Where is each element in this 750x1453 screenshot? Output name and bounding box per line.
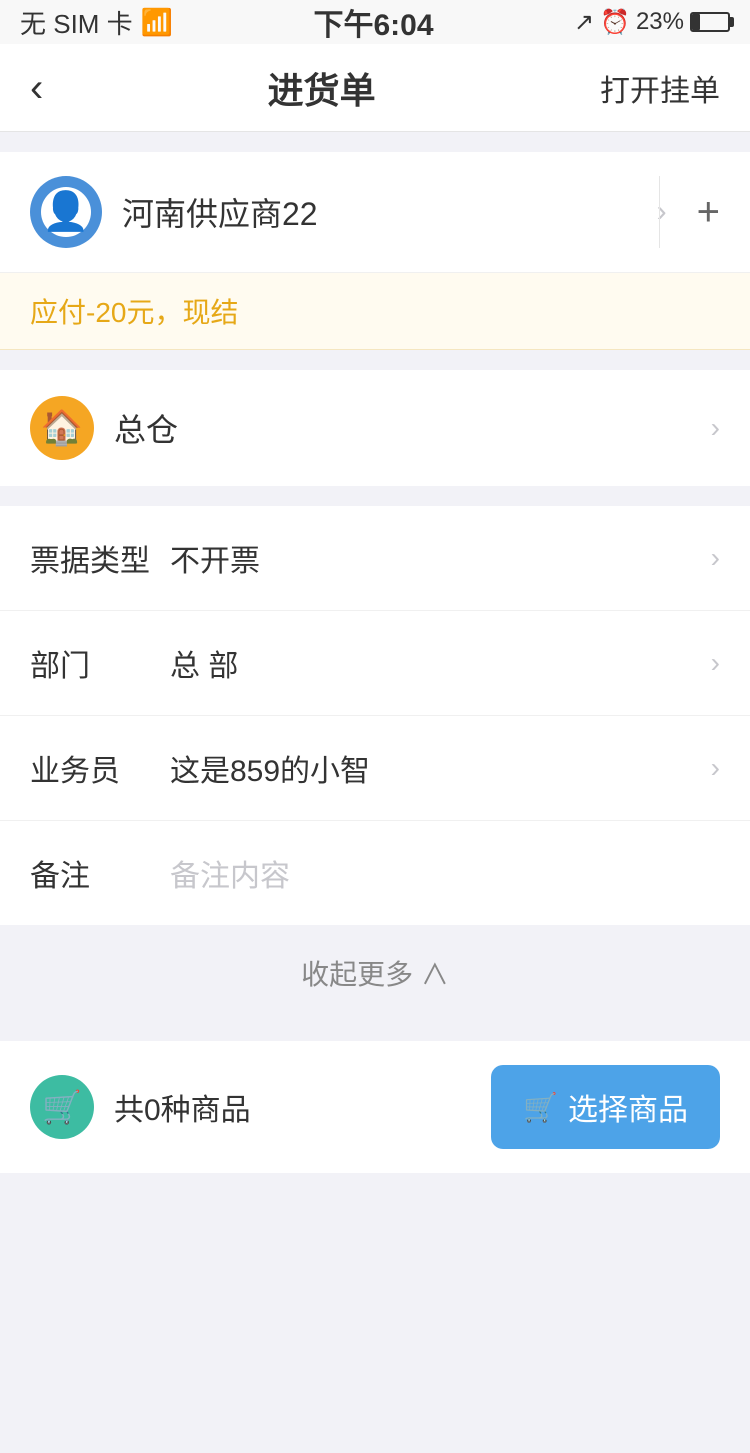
supplier-avatar: 👤 bbox=[30, 176, 102, 248]
department-value: 总 部 bbox=[170, 641, 711, 685]
warehouse-section[interactable]: 🏠 总仓 › bbox=[0, 370, 750, 486]
salesperson-value: 这是859的小智 bbox=[170, 746, 711, 790]
gap-3 bbox=[0, 486, 750, 506]
notice-row: 应付-20元，现结 bbox=[0, 273, 750, 350]
warehouse-name: 总仓 bbox=[114, 405, 711, 451]
supplier-name: 河南供应商22 bbox=[122, 189, 657, 235]
carrier-text: 无 SIM 卡 bbox=[20, 4, 133, 41]
alarm-icon: ⏰ bbox=[600, 8, 630, 37]
warehouse-row[interactable]: 🏠 总仓 › bbox=[0, 370, 750, 486]
select-btn-icon: 🛒 bbox=[523, 1091, 558, 1124]
collapse-button[interactable]: 收起更多 ∧ bbox=[0, 925, 750, 1021]
product-icon-wrap: 🛒 bbox=[30, 1075, 94, 1139]
supplier-section: 👤 河南供应商22 › + 应付-20元，现结 bbox=[0, 152, 750, 350]
salesperson-row[interactable]: 业务员 这是859的小智 › bbox=[0, 715, 750, 820]
invoice-type-label: 票据类型 bbox=[30, 536, 170, 580]
warehouse-icon-wrap: 🏠 bbox=[30, 396, 94, 460]
location-icon: ↗ bbox=[574, 8, 594, 37]
status-right: ↗ ⏰ 23% bbox=[574, 8, 730, 37]
battery-text: 23% bbox=[636, 8, 684, 36]
warehouse-chevron-icon: › bbox=[711, 412, 720, 444]
select-product-button[interactable]: 🛒 选择商品 bbox=[491, 1065, 720, 1149]
add-supplier-button[interactable]: + bbox=[697, 190, 720, 235]
remark-row[interactable]: 备注 备注内容 bbox=[0, 820, 750, 925]
open-pending-button[interactable]: 打开挂单 bbox=[600, 66, 720, 110]
page-title: 进货单 bbox=[268, 62, 376, 114]
status-bar: 无 SIM 卡 📶 下午6:04 ↗ ⏰ 23% bbox=[0, 0, 750, 44]
select-btn-label: 选择商品 bbox=[568, 1085, 688, 1129]
gray-fill bbox=[0, 1173, 750, 1453]
invoice-type-chevron-icon: › bbox=[711, 542, 720, 574]
salesperson-label: 业务员 bbox=[30, 746, 170, 790]
avatar-inner: 👤 bbox=[41, 187, 91, 237]
supplier-divider bbox=[659, 176, 660, 248]
product-count-label: 共0种商品 bbox=[114, 1085, 471, 1129]
supplier-row[interactable]: 👤 河南供应商22 › + bbox=[0, 152, 750, 273]
status-time: 下午6:04 bbox=[313, 0, 433, 44]
status-left: 无 SIM 卡 📶 bbox=[20, 4, 173, 41]
department-row[interactable]: 部门 总 部 › bbox=[0, 610, 750, 715]
form-section: 票据类型 不开票 › 部门 总 部 › 业务员 这是859的小智 › 备注 备注… bbox=[0, 506, 750, 925]
nav-bar: ‹ 进货单 打开挂单 bbox=[0, 44, 750, 132]
wifi-icon: 📶 bbox=[141, 7, 173, 38]
department-label: 部门 bbox=[30, 641, 170, 685]
product-icon: 🛒 bbox=[42, 1088, 82, 1126]
gap-4 bbox=[0, 1021, 750, 1041]
remark-input[interactable]: 备注内容 bbox=[170, 851, 720, 895]
invoice-type-row[interactable]: 票据类型 不开票 › bbox=[0, 506, 750, 610]
battery-icon bbox=[690, 12, 730, 32]
gap-1 bbox=[0, 132, 750, 152]
department-chevron-icon: › bbox=[711, 647, 720, 679]
bottom-section: 🛒 共0种商品 🛒 选择商品 bbox=[0, 1041, 750, 1173]
salesperson-chevron-icon: › bbox=[711, 752, 720, 784]
warehouse-icon: 🏠 bbox=[41, 411, 83, 445]
gap-2 bbox=[0, 350, 750, 370]
invoice-type-value: 不开票 bbox=[170, 536, 711, 580]
person-icon: 👤 bbox=[42, 193, 89, 231]
back-button[interactable]: ‹ bbox=[30, 68, 43, 108]
remark-label: 备注 bbox=[30, 851, 170, 895]
